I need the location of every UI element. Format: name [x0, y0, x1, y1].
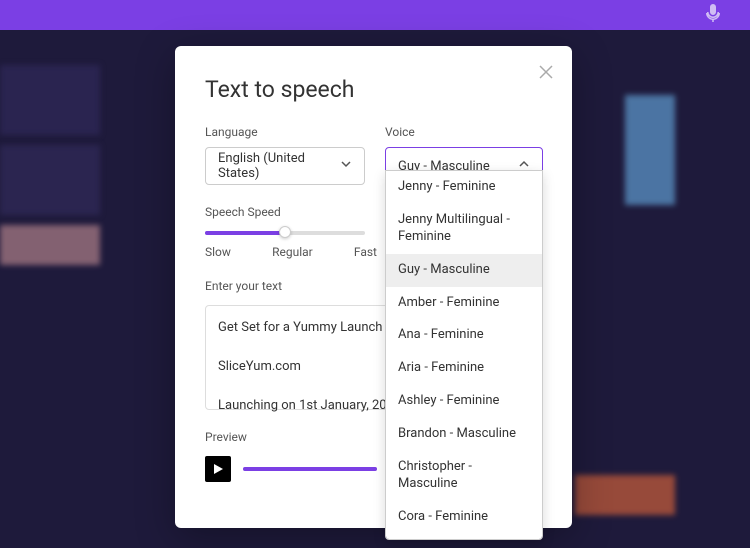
voice-option[interactable]: Guy - Masculine: [386, 254, 542, 287]
modal-title: Text to speech: [205, 76, 542, 103]
bg-thumb: [575, 475, 675, 515]
voice-option[interactable]: Jenny Multilingual - Feminine: [386, 204, 542, 254]
preview-progress-fill: [243, 467, 377, 471]
language-label: Language: [205, 125, 365, 139]
voice-option[interactable]: Ana - Feminine: [386, 319, 542, 352]
mic-icon[interactable]: [706, 4, 720, 26]
voice-option[interactable]: Brandon - Masculine: [386, 418, 542, 451]
voice-option[interactable]: Amber - Feminine: [386, 287, 542, 320]
speed-regular: Regular: [272, 245, 313, 259]
topbar: [0, 0, 750, 30]
bg-thumb: [625, 95, 675, 205]
speed-marks: Slow Regular Fast: [205, 245, 377, 259]
language-value: English (United States): [218, 151, 340, 181]
speed-thumb[interactable]: [279, 226, 291, 238]
voice-option[interactable]: Aria - Feminine: [386, 352, 542, 385]
bg-thumb: [0, 145, 100, 215]
bg-thumb: [0, 225, 100, 265]
bg-thumb: [0, 65, 100, 135]
play-button[interactable]: [205, 456, 231, 482]
voice-option[interactable]: Ashley - Feminine: [386, 385, 542, 418]
voice-label: Voice: [385, 125, 543, 139]
voice-option[interactable]: Christopher - Masculine: [386, 451, 542, 501]
close-button[interactable]: [538, 64, 554, 84]
speed-fill: [205, 231, 285, 235]
chevron-down-icon: [340, 158, 352, 174]
voice-option[interactable]: Jenny - Feminine: [386, 171, 542, 204]
voice-dropdown[interactable]: Jenny - FeminineJenny Multilingual - Fem…: [385, 170, 543, 540]
speed-fast: Fast: [354, 245, 377, 259]
preview-progress[interactable]: [243, 467, 377, 471]
speed-slider[interactable]: [205, 231, 365, 235]
voice-option[interactable]: Cora - Feminine: [386, 501, 542, 534]
speed-slow: Slow: [205, 245, 231, 259]
voice-option[interactable]: Elizabeth - Feminine: [386, 534, 542, 540]
language-select[interactable]: English (United States): [205, 147, 365, 185]
